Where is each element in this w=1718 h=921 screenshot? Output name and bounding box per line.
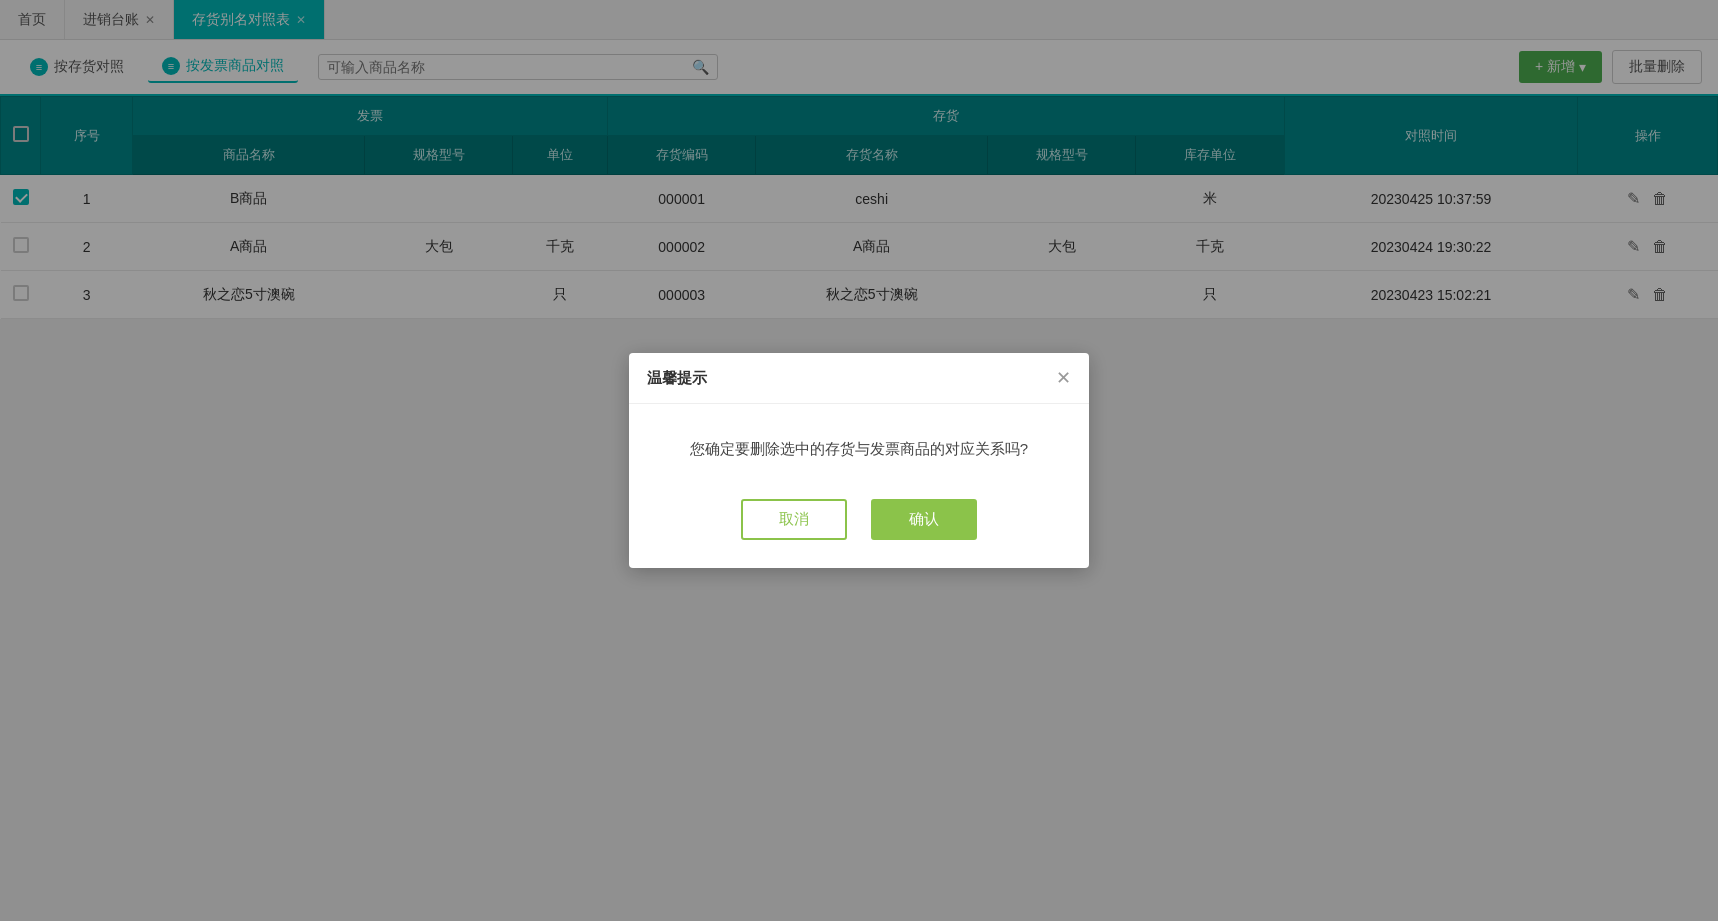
dialog-overlay: 温馨提示 ✕ 您确定要删除选中的存货与发票商品的对应关系吗? 取消 确认 (0, 0, 1718, 319)
